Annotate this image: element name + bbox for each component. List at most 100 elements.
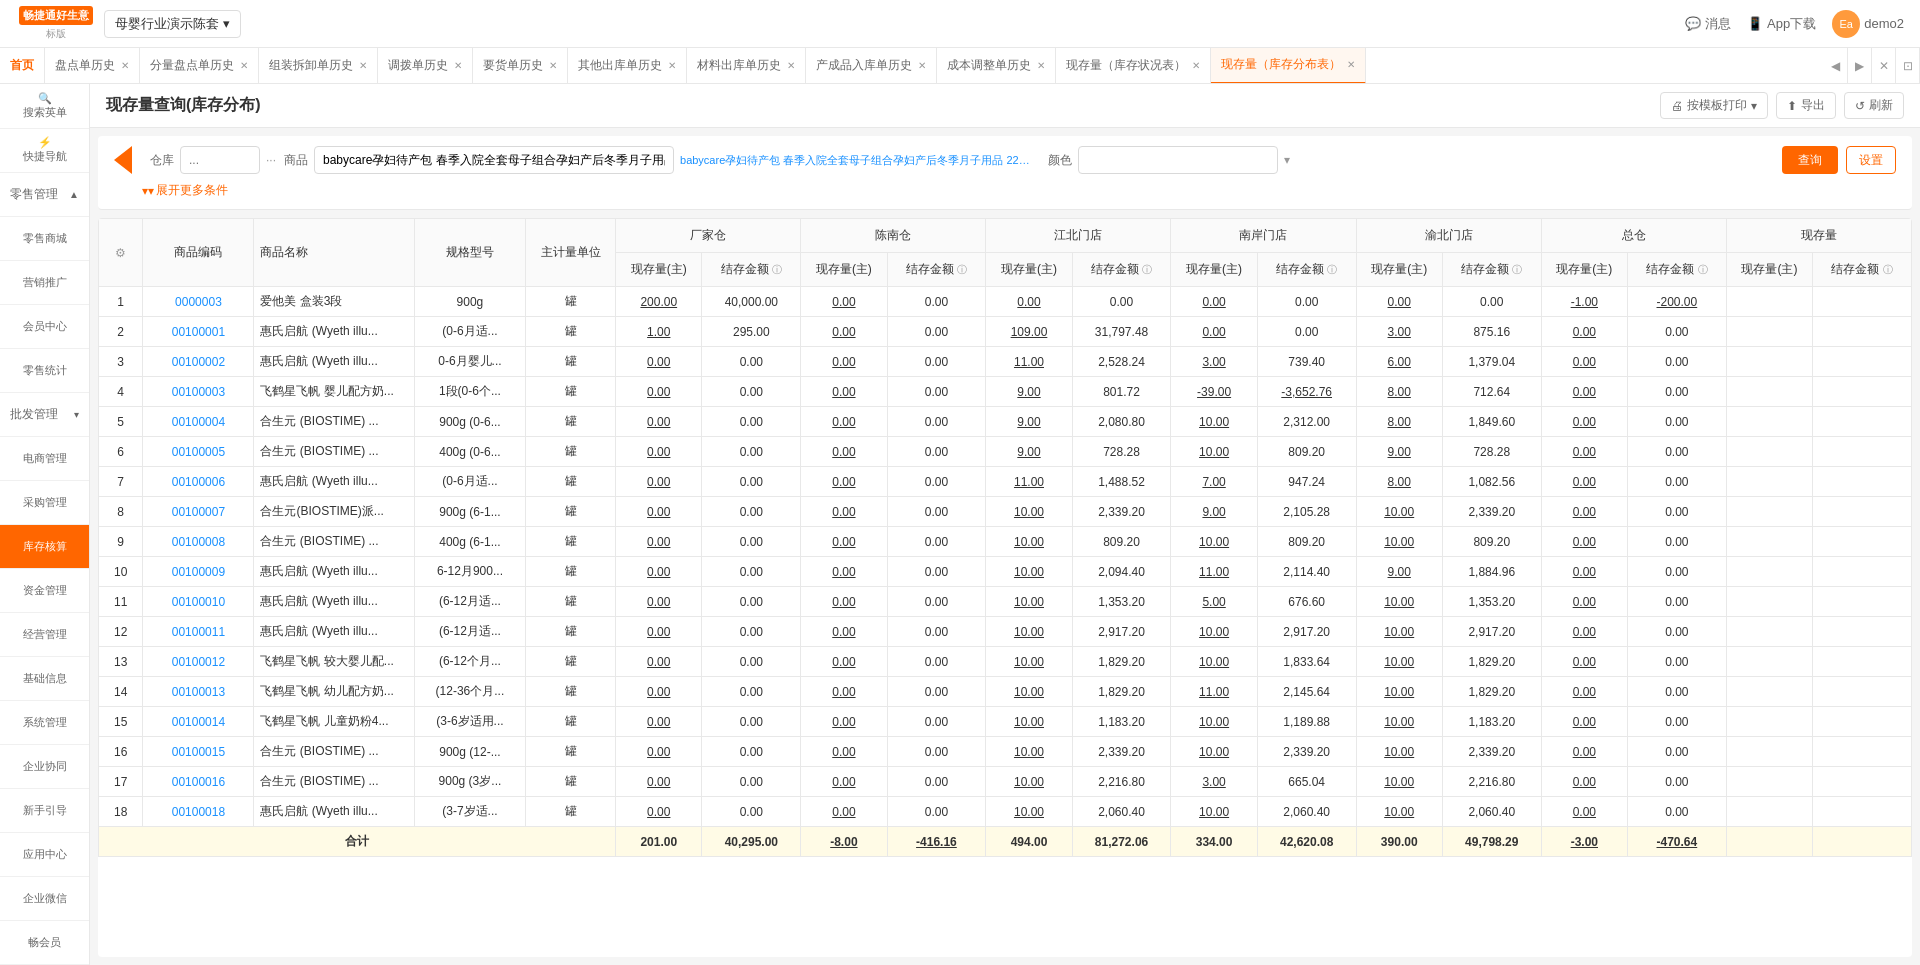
- sidebar-item-appstore[interactable]: 应用中心: [0, 833, 89, 877]
- row-chen-qty[interactable]: 0.00: [801, 287, 887, 317]
- close-icon[interactable]: ✕: [668, 60, 676, 71]
- row-na-qty[interactable]: -39.00: [1171, 377, 1257, 407]
- close-icon[interactable]: ✕: [1347, 59, 1355, 70]
- row-na-qty[interactable]: 11.00: [1171, 677, 1257, 707]
- tab-qitachuku[interactable]: 其他出库单历史 ✕: [568, 48, 687, 84]
- sidebar-item-purchase[interactable]: 采购管理: [0, 481, 89, 525]
- row-chen-qty[interactable]: 0.00: [801, 527, 887, 557]
- tab-chengpinruku[interactable]: 产成品入库单历史 ✕: [806, 48, 937, 84]
- row-jb-qty[interactable]: 10.00: [986, 737, 1072, 767]
- sidebar-item-inventory[interactable]: 库存核算: [0, 525, 89, 569]
- row-jb-qty[interactable]: 9.00: [986, 377, 1072, 407]
- sidebar-item-member2[interactable]: 畅会员: [0, 921, 89, 965]
- sidebar-item-finance[interactable]: 资金管理: [0, 569, 89, 613]
- row-na-qty[interactable]: 10.00: [1171, 527, 1257, 557]
- row-yb-qty[interactable]: 8.00: [1356, 467, 1442, 497]
- sidebar-item-retail-mgmt[interactable]: 零售管理 ▲: [0, 173, 89, 217]
- row-fac-qty[interactable]: 200.00: [616, 287, 702, 317]
- close-icon[interactable]: ✕: [787, 60, 795, 71]
- row-jb-qty[interactable]: 10.00: [986, 497, 1072, 527]
- row-chen-qty[interactable]: 0.00: [801, 377, 887, 407]
- sidebar-item-wechat-work[interactable]: 企业微信: [0, 877, 89, 921]
- row-yb-qty[interactable]: 10.00: [1356, 677, 1442, 707]
- nav-selector[interactable]: 母婴行业演示陈套 ▾: [104, 10, 241, 38]
- setting-btn[interactable]: 设置: [1846, 146, 1896, 174]
- row-tot-qty[interactable]: 0.00: [1541, 797, 1627, 827]
- tab-close-all-btn[interactable]: ✕: [1872, 48, 1896, 84]
- sidebar-item-quick[interactable]: ⚡ 快捷导航: [0, 129, 89, 174]
- close-icon[interactable]: ✕: [549, 60, 557, 71]
- row-jb-qty[interactable]: 11.00: [986, 347, 1072, 377]
- row-tot-qty[interactable]: 0.00: [1541, 707, 1627, 737]
- row-fac-qty[interactable]: 0.00: [616, 587, 702, 617]
- product-input[interactable]: [314, 146, 674, 174]
- row-fac-qty[interactable]: 0.00: [616, 377, 702, 407]
- close-icon[interactable]: ✕: [121, 60, 129, 71]
- row-na-qty[interactable]: 3.00: [1171, 767, 1257, 797]
- row-chen-qty[interactable]: 0.00: [801, 467, 887, 497]
- export-btn[interactable]: ⬆ 导出: [1776, 92, 1836, 119]
- row-chen-qty[interactable]: 0.00: [801, 497, 887, 527]
- row-tot-qty[interactable]: -1.00: [1541, 287, 1627, 317]
- row-fac-qty[interactable]: 0.00: [616, 737, 702, 767]
- row-chen-qty[interactable]: 0.00: [801, 647, 887, 677]
- sidebar-item-system[interactable]: 系统管理: [0, 701, 89, 745]
- tab-diaob[interactable]: 调拨单历史 ✕: [378, 48, 473, 84]
- sidebar-item-member[interactable]: 会员中心: [0, 305, 89, 349]
- row-na-qty[interactable]: 10.00: [1171, 647, 1257, 677]
- row-tot-qty[interactable]: 0.00: [1541, 317, 1627, 347]
- row-chen-qty[interactable]: 0.00: [801, 587, 887, 617]
- row-tot-qty[interactable]: 0.00: [1541, 737, 1627, 767]
- row-tot-qty[interactable]: 0.00: [1541, 587, 1627, 617]
- expand-more-btn[interactable]: ▾▾ 展开更多条件: [142, 182, 1896, 199]
- close-icon[interactable]: ✕: [240, 60, 248, 71]
- tab-expand-btn[interactable]: ⊡: [1896, 48, 1920, 84]
- row-tot-qty[interactable]: 0.00: [1541, 437, 1627, 467]
- close-icon[interactable]: ✕: [1192, 60, 1200, 71]
- row-na-qty[interactable]: 10.00: [1171, 737, 1257, 767]
- row-jb-qty[interactable]: 10.00: [986, 647, 1072, 677]
- sidebar-item-retail-stats[interactable]: 零售统计: [0, 349, 89, 393]
- tab-zuzhuang[interactable]: 组装拆卸单历史 ✕: [259, 48, 378, 84]
- row-jb-qty[interactable]: 10.00: [986, 587, 1072, 617]
- row-chen-qty[interactable]: 0.00: [801, 557, 887, 587]
- tab-liaochuku[interactable]: 材料出库单历史 ✕: [687, 48, 806, 84]
- sidebar-item-marketing[interactable]: 营销推广: [0, 261, 89, 305]
- row-tot-qty[interactable]: 0.00: [1541, 497, 1627, 527]
- row-na-qty[interactable]: 11.00: [1171, 557, 1257, 587]
- sidebar-item-ecommerce[interactable]: 电商管理: [0, 437, 89, 481]
- row-jb-qty[interactable]: 10.00: [986, 527, 1072, 557]
- row-yb-qty[interactable]: 10.00: [1356, 767, 1442, 797]
- color-input[interactable]: [1078, 146, 1278, 174]
- row-tot-qty[interactable]: 0.00: [1541, 347, 1627, 377]
- row-jb-qty[interactable]: 10.00: [986, 707, 1072, 737]
- row-jb-qty[interactable]: 9.00: [986, 407, 1072, 437]
- row-na-qty[interactable]: 5.00: [1171, 587, 1257, 617]
- row-yb-qty[interactable]: 3.00: [1356, 317, 1442, 347]
- tab-prev-btn[interactable]: ◀: [1824, 48, 1848, 84]
- sidebar-item-wholesale[interactable]: 批发管理 ▾: [0, 393, 89, 437]
- row-chen-qty[interactable]: 0.00: [801, 617, 887, 647]
- row-yb-qty[interactable]: 6.00: [1356, 347, 1442, 377]
- row-yb-qty[interactable]: 9.00: [1356, 437, 1442, 467]
- row-tot-qty[interactable]: 0.00: [1541, 527, 1627, 557]
- tab-home[interactable]: 首页: [0, 48, 45, 84]
- close-icon[interactable]: ✕: [1037, 60, 1045, 71]
- row-chen-qty[interactable]: 0.00: [801, 347, 887, 377]
- close-icon[interactable]: ✕: [454, 60, 462, 71]
- row-tot-qty[interactable]: 0.00: [1541, 557, 1627, 587]
- sidebar-item-search[interactable]: 🔍 搜索英单: [0, 84, 89, 129]
- row-fac-qty[interactable]: 0.00: [616, 467, 702, 497]
- row-fac-qty[interactable]: 0.00: [616, 617, 702, 647]
- row-chen-qty[interactable]: 0.00: [801, 737, 887, 767]
- tab-xiancun-fenbupiao[interactable]: 现存量（库存分布表） ✕: [1211, 48, 1366, 84]
- close-icon[interactable]: ✕: [918, 60, 926, 71]
- sidebar-item-collab[interactable]: 企业协同: [0, 745, 89, 789]
- tab-pandian[interactable]: 盘点单历史 ✕: [45, 48, 140, 84]
- row-na-qty[interactable]: 10.00: [1171, 617, 1257, 647]
- row-yb-qty[interactable]: 10.00: [1356, 587, 1442, 617]
- close-icon[interactable]: ✕: [359, 60, 367, 71]
- row-yb-qty[interactable]: 9.00: [1356, 557, 1442, 587]
- settings-icon[interactable]: ⚙: [115, 246, 126, 260]
- row-yb-qty[interactable]: 8.00: [1356, 377, 1442, 407]
